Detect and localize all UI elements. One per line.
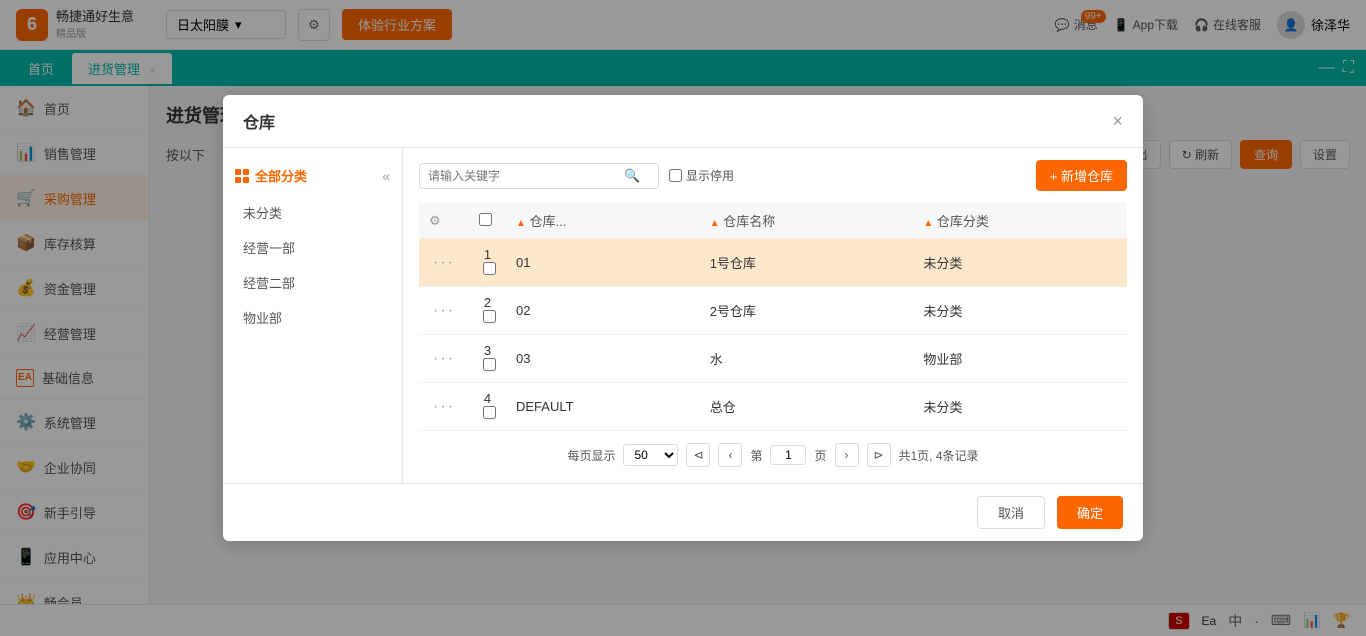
cell-name: 2号仓库	[700, 287, 914, 335]
modal-header: 仓库 ×	[223, 95, 1143, 148]
row-checkbox[interactable]	[483, 262, 496, 275]
table-row: ··· 2 02 2号仓库 未分类	[419, 287, 1127, 335]
cell-code: DEFAULT	[506, 383, 700, 431]
category-item-property[interactable]: 物业部	[223, 300, 402, 335]
cell-actions[interactable]: ···	[419, 239, 469, 287]
row-checkbox[interactable]	[483, 358, 496, 371]
page-first-button[interactable]: ⊲	[686, 443, 710, 467]
cell-name: 水	[700, 335, 914, 383]
th-name: ▲ 仓库名称	[700, 203, 914, 239]
cell-index: 1	[469, 239, 506, 287]
table-body: ··· 1 01 1号仓库 未分类 ··· 2 02 2号仓库 未分类 ··· …	[419, 239, 1127, 431]
th-checkbox	[469, 203, 506, 239]
cancel-button[interactable]: 取消	[977, 496, 1045, 529]
total-info: 共1页, 4条记录	[899, 447, 979, 464]
table-toolbar: 🔍 显示停用 + 新增仓库	[419, 160, 1127, 191]
table-row: ··· 3 03 水 物业部	[419, 335, 1127, 383]
page-label: 第	[750, 447, 762, 464]
cell-category: 物业部	[913, 335, 1127, 383]
cell-code: 03	[506, 335, 700, 383]
cell-code: 02	[506, 287, 700, 335]
pagination: 每页显示 50 100 200 ⊲ ‹ 第 页 › ⊳ 共1页, 4条记录	[419, 431, 1127, 471]
table-wrapper: ⚙ ▲ 仓库... ▲ 仓库名称	[419, 203, 1127, 431]
search-input-wrap: 🔍	[419, 163, 659, 189]
modal-body: 全部分类 « 未分类 经营一部 经营二部 物业部 🔍	[223, 148, 1143, 483]
table-head: ⚙ ▲ 仓库... ▲ 仓库名称	[419, 203, 1127, 239]
cell-name: 总仓	[700, 383, 914, 431]
row-actions-icon[interactable]: ···	[433, 350, 455, 367]
th-code-label: 仓库...	[530, 214, 567, 229]
row-actions-icon[interactable]: ···	[433, 398, 455, 415]
collapse-button[interactable]: «	[382, 168, 390, 184]
category-item-unclassified[interactable]: 未分类	[223, 195, 402, 230]
row-actions-icon[interactable]: ···	[433, 254, 455, 271]
show-disabled-label: 显示停用	[686, 167, 734, 184]
th-settings: ⚙	[419, 203, 469, 239]
modal-title: 仓库	[243, 109, 275, 133]
grid-icon	[235, 169, 249, 183]
cell-category: 未分类	[913, 383, 1127, 431]
per-page-label: 每页显示	[567, 447, 615, 464]
category-item-op1[interactable]: 经营一部	[223, 230, 402, 265]
th-category: ▲ 仓库分类	[913, 203, 1127, 239]
show-disabled-checkbox[interactable]	[669, 169, 682, 182]
search-input[interactable]	[428, 169, 618, 183]
table-panel: 🔍 显示停用 + 新增仓库 ⚙	[403, 148, 1143, 483]
show-disabled-wrap: 显示停用	[669, 167, 734, 184]
table-header-row: ⚙ ▲ 仓库... ▲ 仓库名称	[419, 203, 1127, 239]
category-title-block: 全部分类	[235, 166, 307, 185]
page-suffix: 页	[814, 447, 826, 464]
category-header: 全部分类 «	[223, 160, 402, 195]
page-last-button[interactable]: ⊳	[867, 443, 891, 467]
category-panel: 全部分类 « 未分类 经营一部 经营二部 物业部	[223, 148, 403, 483]
th-name-label: 仓库名称	[723, 214, 775, 229]
cell-index: 2	[469, 287, 506, 335]
category-item-op2[interactable]: 经营二部	[223, 265, 402, 300]
row-checkbox[interactable]	[483, 406, 496, 419]
table-row: ··· 4 DEFAULT 总仓 未分类	[419, 383, 1127, 431]
cell-category: 未分类	[913, 287, 1127, 335]
search-icon: 🔍	[624, 168, 640, 184]
page-prev-button[interactable]: ‹	[718, 443, 742, 467]
warehouse-table: ⚙ ▲ 仓库... ▲ 仓库名称	[419, 203, 1127, 431]
cell-index: 3	[469, 335, 506, 383]
page-input[interactable]	[770, 445, 806, 465]
modal-footer: 取消 确定	[223, 483, 1143, 541]
modal-close-button[interactable]: ×	[1112, 111, 1123, 132]
cell-actions[interactable]: ···	[419, 287, 469, 335]
select-all-checkbox[interactable]	[479, 213, 492, 226]
modal-overlay: 仓库 × 全部分类 «	[0, 0, 1366, 636]
cell-actions[interactable]: ···	[419, 383, 469, 431]
category-title-text: 全部分类	[255, 166, 307, 185]
page-next-button[interactable]: ›	[835, 443, 859, 467]
cell-index: 4	[469, 383, 506, 431]
confirm-button[interactable]: 确定	[1057, 496, 1123, 529]
cell-category: 未分类	[913, 239, 1127, 287]
th-code: ▲ 仓库...	[506, 203, 700, 239]
warehouse-modal: 仓库 × 全部分类 «	[223, 95, 1143, 541]
row-checkbox[interactable]	[483, 310, 496, 323]
cell-name: 1号仓库	[700, 239, 914, 287]
cell-actions[interactable]: ···	[419, 335, 469, 383]
cell-code: 01	[506, 239, 700, 287]
table-row: ··· 1 01 1号仓库 未分类	[419, 239, 1127, 287]
row-actions-icon[interactable]: ···	[433, 302, 455, 319]
add-warehouse-button[interactable]: + 新增仓库	[1036, 160, 1127, 191]
th-category-label: 仓库分类	[937, 214, 989, 229]
per-page-select[interactable]: 50 100 200	[623, 444, 678, 466]
